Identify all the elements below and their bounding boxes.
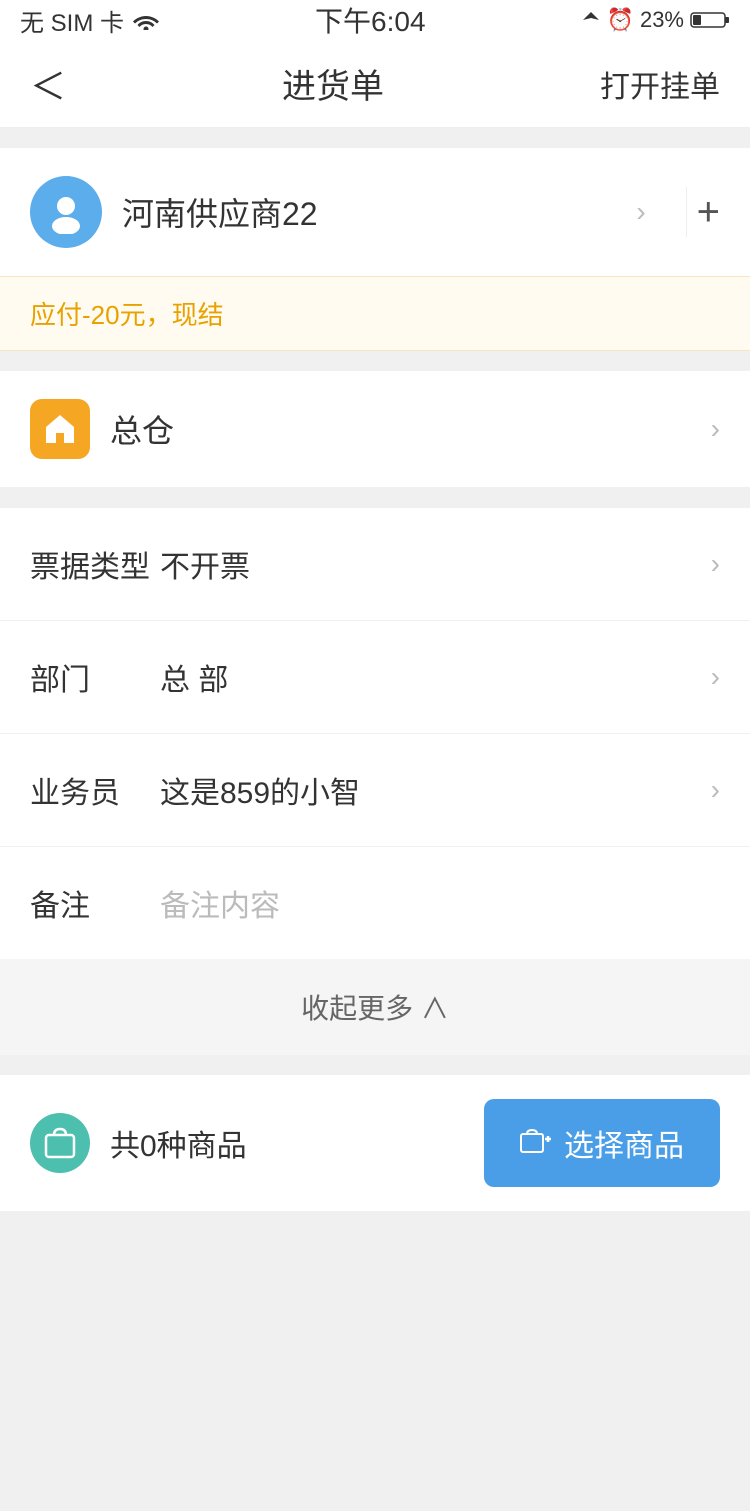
remark-input[interactable]: 备注内容 [160, 881, 720, 925]
supplier-avatar [30, 176, 102, 248]
back-button[interactable]: ＜ [30, 58, 66, 110]
person-icon [44, 190, 88, 234]
section-gap-1 [0, 128, 750, 148]
remark-row[interactable]: 备注 备注内容 [0, 846, 750, 959]
alarm-icon: ⏰ [607, 7, 634, 33]
bottom-bar: 共0种商品 选择商品 [0, 1075, 750, 1211]
supplier-section: 河南供应商22 › + 应付-20元，现结 [0, 148, 750, 351]
warehouse-section: 总仓 › [0, 371, 750, 487]
shopping-bag-icon [42, 1125, 78, 1161]
invoice-value: 不开票 [160, 542, 711, 586]
warehouse-row[interactable]: 总仓 › [0, 371, 750, 487]
page-title: 进货单 [282, 59, 384, 108]
dept-label: 部门 [30, 655, 160, 699]
sales-chevron-icon: › [711, 774, 720, 806]
house-icon [42, 411, 78, 447]
invoice-row[interactable]: 票据类型 不开票 › [0, 507, 750, 620]
select-goods-label: 选择商品 [564, 1121, 684, 1165]
remark-label: 备注 [30, 881, 160, 925]
notice-bar: 应付-20元，现结 [0, 276, 750, 351]
supplier-divider [686, 187, 687, 237]
warehouse-name: 总仓 [110, 406, 711, 452]
select-goods-icon [520, 1129, 552, 1157]
location-icon [581, 10, 601, 30]
supplier-chevron-icon: › [636, 196, 645, 228]
wifi-icon [132, 10, 160, 30]
status-bar: 无 SIM 卡 下午6:04 ⏰ 23% [0, 0, 750, 40]
notice-text: 应付-20元，现结 [30, 300, 224, 330]
goods-icon [30, 1113, 90, 1173]
status-right: ⏰ 23% [581, 7, 730, 33]
battery-text: 23% [640, 7, 684, 33]
section-gap-4 [0, 1055, 750, 1075]
collapse-button[interactable]: 收起更多 ∧ [0, 959, 750, 1055]
form-section: 票据类型 不开票 › 部门 总 部 › 业务员 这是859的小智 › 备注 备注… [0, 507, 750, 959]
status-left: 无 SIM 卡 [20, 3, 160, 38]
sales-label: 业务员 [30, 768, 160, 812]
warehouse-chevron-icon: › [711, 413, 720, 445]
battery-icon [690, 10, 730, 30]
invoice-label: 票据类型 [30, 542, 160, 586]
sales-row[interactable]: 业务员 这是859的小智 › [0, 733, 750, 846]
dept-value: 总 部 [160, 655, 711, 699]
sales-value: 这是859的小智 [160, 768, 711, 812]
empty-area [0, 1211, 750, 1511]
status-time: 下午6:04 [315, 0, 426, 40]
supplier-name: 河南供应商22 [122, 189, 636, 235]
supplier-row[interactable]: 河南供应商22 › + [0, 148, 750, 276]
open-pending-button[interactable]: 打开挂单 [600, 62, 720, 106]
section-gap-2 [0, 351, 750, 371]
invoice-chevron-icon: › [711, 548, 720, 580]
goods-count: 共0种商品 [110, 1121, 464, 1165]
nav-bar: ＜ 进货单 打开挂单 [0, 40, 750, 128]
dept-chevron-icon: › [711, 661, 720, 693]
no-sim-text: 无 SIM 卡 [20, 3, 124, 38]
section-gap-3 [0, 487, 750, 507]
add-supplier-button[interactable]: + [697, 192, 720, 232]
warehouse-icon [30, 399, 90, 459]
select-goods-button[interactable]: 选择商品 [484, 1099, 720, 1187]
dept-row[interactable]: 部门 总 部 › [0, 620, 750, 733]
